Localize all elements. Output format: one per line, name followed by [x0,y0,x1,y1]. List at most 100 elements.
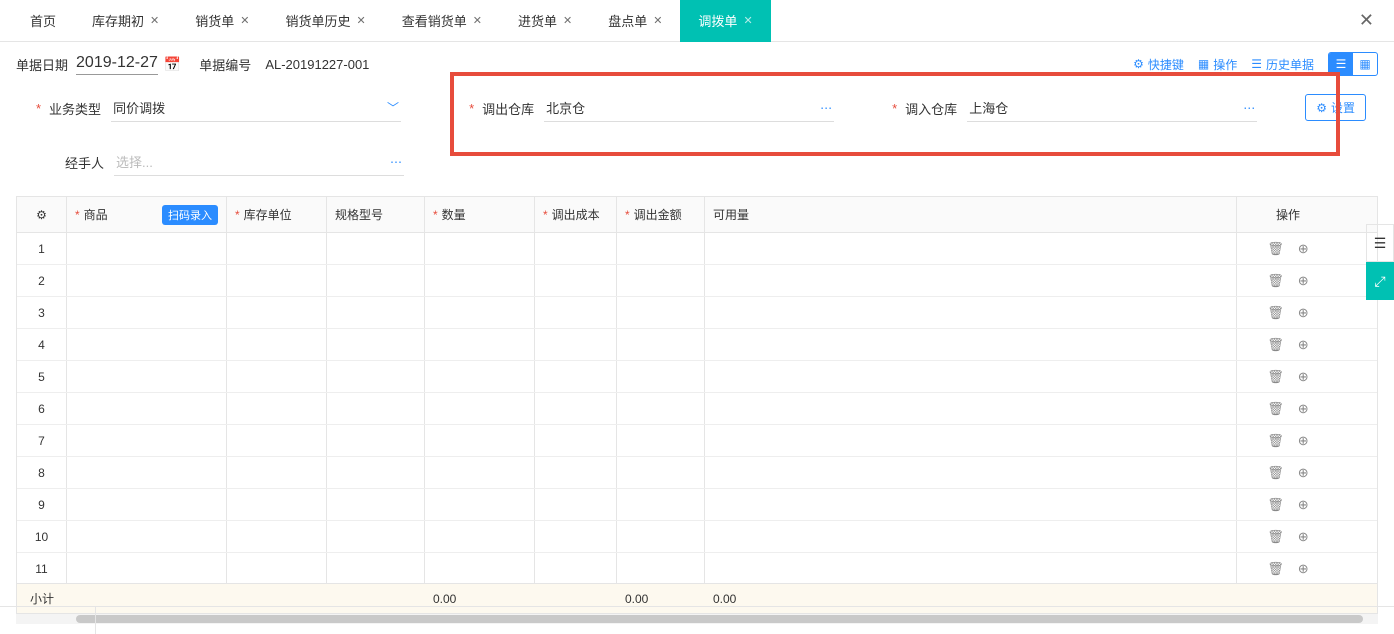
table-row[interactable]: 3 🗑 ⊕ [17,297,1377,329]
add-icon[interactable]: ⊕ [1298,401,1309,417]
cell-amount[interactable] [617,457,705,488]
cell-product[interactable] [67,489,227,520]
cell-avail[interactable] [705,361,1237,392]
cell-qty[interactable] [425,425,535,456]
cell-product[interactable] [67,457,227,488]
delete-icon[interactable]: 🗑 [1267,273,1284,289]
add-icon[interactable]: ⊕ [1298,561,1309,577]
table-row[interactable]: 1 🗑 ⊕ [17,233,1377,265]
date-value[interactable]: 2019-12-27 [76,54,158,75]
add-icon[interactable]: ⊕ [1298,497,1309,513]
cell-cost[interactable] [535,393,617,424]
cell-avail[interactable] [705,425,1237,456]
cell-unit[interactable] [227,233,327,264]
delete-icon[interactable]: 🗑 [1267,369,1284,385]
cell-unit[interactable] [227,457,327,488]
close-icon[interactable]: ✕ [653,14,662,27]
cell-avail[interactable] [705,233,1237,264]
cell-amount[interactable] [617,425,705,456]
delete-icon[interactable]: 🗑 [1267,337,1284,353]
tab-sales-history[interactable]: 销货单历史✕ [267,0,383,42]
cell-product[interactable] [67,329,227,360]
cell-cost[interactable] [535,457,617,488]
cell-qty[interactable] [425,457,535,488]
tab-purchase-order[interactable]: 进货单✕ [500,0,590,42]
add-icon[interactable]: ⊕ [1298,433,1309,449]
operate-link[interactable]: ▦操作 [1198,56,1237,73]
cell-avail[interactable] [705,553,1237,583]
cell-unit[interactable] [227,329,327,360]
add-icon[interactable]: ⊕ [1298,241,1309,257]
cell-spec[interactable] [327,393,425,424]
expand-tool-button[interactable]: ⤢ [1366,262,1394,300]
add-icon[interactable]: ⊕ [1298,305,1309,321]
cell-qty[interactable] [425,329,535,360]
cell-qty[interactable] [425,297,535,328]
history-link[interactable]: ☰历史单据 [1251,56,1314,73]
delete-icon[interactable]: 🗑 [1267,529,1284,545]
calendar-icon[interactable]: 📅 [164,56,181,73]
cell-amount[interactable] [617,297,705,328]
cell-product[interactable] [67,361,227,392]
cell-amount[interactable] [617,233,705,264]
cell-spec[interactable] [327,425,425,456]
close-icon[interactable]: ✕ [473,14,482,27]
cell-unit[interactable] [227,521,327,552]
cell-avail[interactable] [705,521,1237,552]
tab-home[interactable]: 首页 [12,0,74,42]
cell-unit[interactable] [227,553,327,583]
cell-cost[interactable] [535,329,617,360]
table-row[interactable]: 9 🗑 ⊕ [17,489,1377,521]
table-row[interactable]: 4 🗑 ⊕ [17,329,1377,361]
add-icon[interactable]: ⊕ [1298,529,1309,545]
shortcut-link[interactable]: ⚙快捷键 [1133,56,1184,73]
cell-avail[interactable] [705,329,1237,360]
tab-transfer[interactable]: 调拨单✕ [680,0,770,42]
table-row[interactable]: 6 🗑 ⊕ [17,393,1377,425]
cell-cost[interactable] [535,265,617,296]
cell-spec[interactable] [327,265,425,296]
cell-cost[interactable] [535,361,617,392]
close-all-icon[interactable]: ✕ [1351,10,1382,31]
cell-product[interactable] [67,265,227,296]
delete-icon[interactable]: 🗑 [1267,465,1284,481]
cell-qty[interactable] [425,553,535,583]
cell-unit[interactable] [227,393,327,424]
cell-cost[interactable] [535,521,617,552]
cell-cost[interactable] [535,489,617,520]
cell-unit[interactable] [227,361,327,392]
cell-product[interactable] [67,233,227,264]
delete-icon[interactable]: 🗑 [1267,305,1284,321]
cell-avail[interactable] [705,297,1237,328]
note-tool-button[interactable]: ☰ [1366,224,1394,262]
cell-product[interactable] [67,425,227,456]
tab-view-sales[interactable]: 查看销货单✕ [384,0,500,42]
cell-spec[interactable] [327,329,425,360]
cell-spec[interactable] [327,521,425,552]
tab-stocktake[interactable]: 盘点单✕ [590,0,680,42]
add-icon[interactable]: ⊕ [1298,369,1309,385]
cell-avail[interactable] [705,393,1237,424]
cell-avail[interactable] [705,265,1237,296]
cell-amount[interactable] [617,393,705,424]
cell-amount[interactable] [617,489,705,520]
biz-type-select[interactable]: 同价调拨 ﹀ [111,94,401,122]
delete-icon[interactable]: 🗑 [1267,497,1284,513]
delete-icon[interactable]: 🗑 [1267,241,1284,257]
cell-cost[interactable] [535,425,617,456]
settings-button[interactable]: ⚙设置 [1305,94,1366,121]
cell-product[interactable] [67,521,227,552]
add-icon[interactable]: ⊕ [1298,465,1309,481]
cell-product[interactable] [67,553,227,583]
cell-cost[interactable] [535,233,617,264]
cell-product[interactable] [67,297,227,328]
cell-unit[interactable] [227,297,327,328]
cell-unit[interactable] [227,425,327,456]
table-row[interactable]: 11 🗑 ⊕ [17,553,1377,583]
delete-icon[interactable]: 🗑 [1267,401,1284,417]
cell-spec[interactable] [327,457,425,488]
cell-unit[interactable] [227,265,327,296]
cell-qty[interactable] [425,393,535,424]
add-icon[interactable]: ⊕ [1298,337,1309,353]
tab-inventory-init[interactable]: 库存期初✕ [74,0,177,42]
